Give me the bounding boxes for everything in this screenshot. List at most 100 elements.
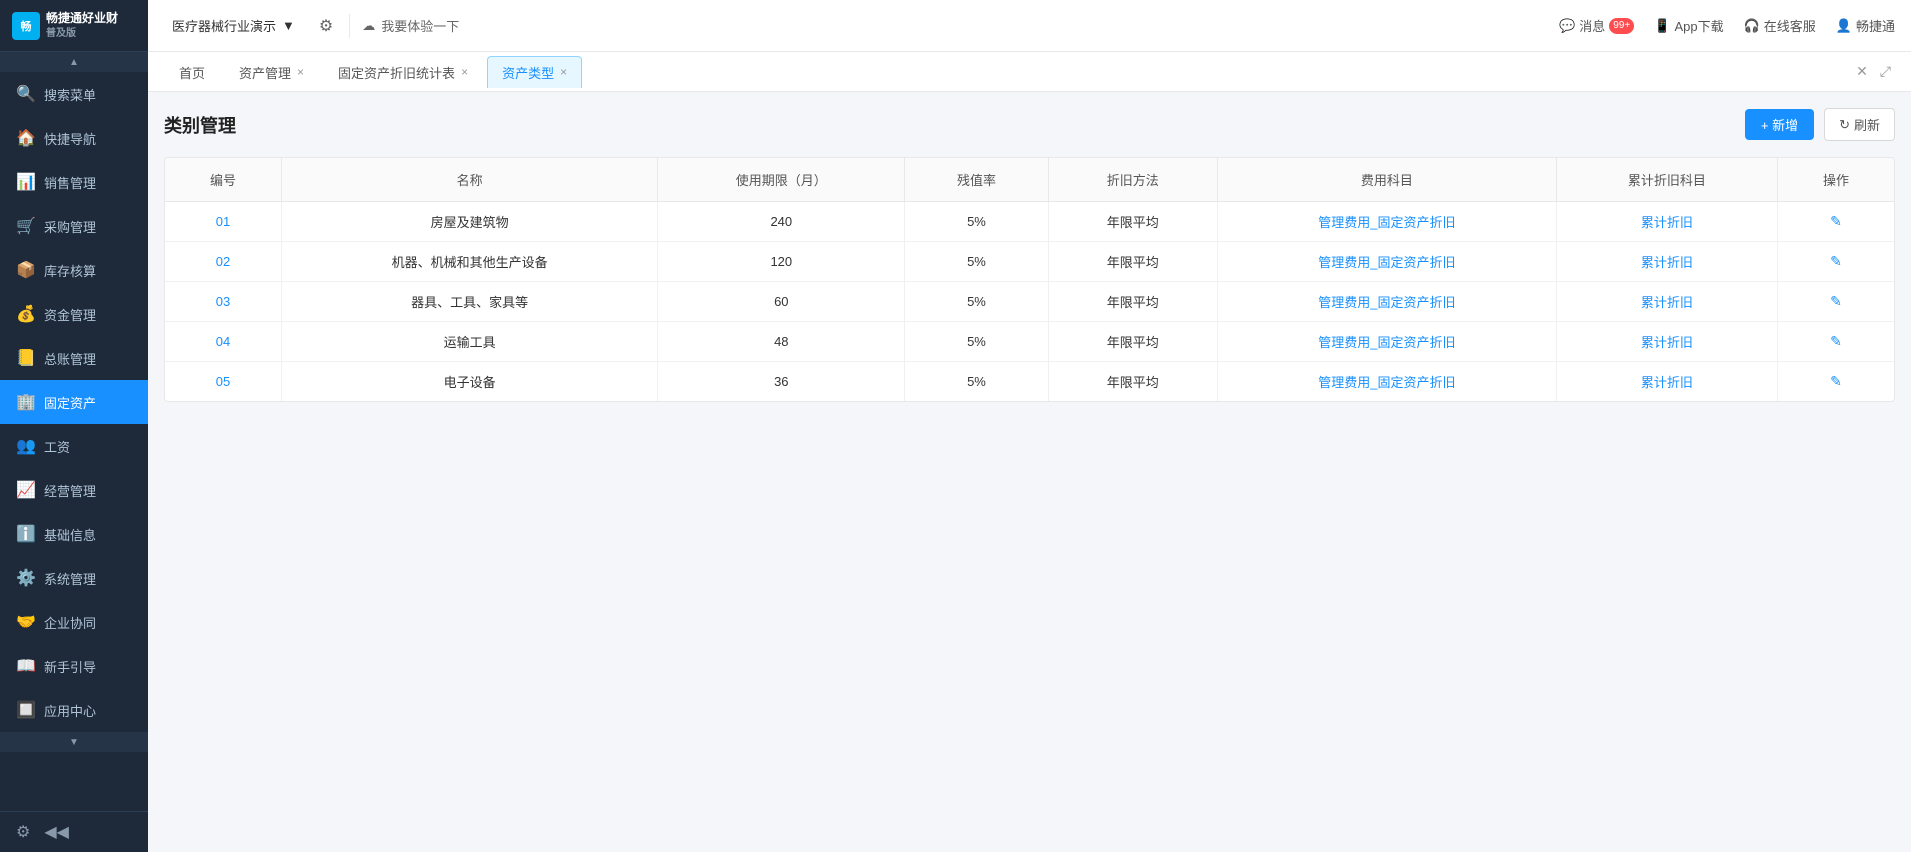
window-expand-icon[interactable]: ⤢ [1876,61,1895,82]
header-actions: + 新增 ↻ 刷新 [1745,108,1895,141]
app-logo: 畅 畅捷通好业财 普及版 [0,0,148,52]
search-icon: 🔍 [16,84,34,104]
sidebar: 畅 畅捷通好业财 普及版 ▲ 🔍 搜索菜单 🏠 快捷导航 📊 销售管理 🛒 采购… [0,0,148,852]
edit-icon[interactable]: ✎ [1830,373,1842,389]
tab-asset-mgmt[interactable]: 资产管理 × [224,56,319,88]
sales-icon: 📊 [16,172,34,192]
window-close-icon[interactable]: ✕ [1852,61,1872,82]
refresh-button[interactable]: ↻ 刷新 [1824,108,1895,141]
home-icon: 🏠 [16,128,34,148]
sidebar-item-search[interactable]: 🔍 搜索菜单 [0,72,148,116]
cell-accumulated: 累计折旧 [1556,202,1777,242]
sidebar-item-apps[interactable]: 🔲 应用中心 [0,688,148,732]
sidebar-item-label: 企业协同 [44,613,96,632]
settings-icon[interactable]: ⚙ [16,822,30,842]
sidebar-item-inventory[interactable]: 📦 库存核算 [0,248,148,292]
tab-asset-type[interactable]: 资产类型 × [487,56,582,88]
tab-close-icon[interactable]: × [297,65,304,79]
edit-icon[interactable]: ✎ [1830,333,1842,349]
cell-id: 05 [165,362,282,402]
cell-name: 电子设备 [282,362,658,402]
cell-expense: 管理费用_固定资产折旧 [1217,362,1556,402]
basic-icon: ℹ️ [16,524,34,544]
sidebar-item-label: 固定资产 [44,393,96,412]
cell-id: 04 [165,322,282,362]
sidebar-item-payroll[interactable]: 👥 工资 [0,424,148,468]
table-row: 03 器具、工具、家具等 60 5% 年限平均 管理费用_固定资产折旧 累计折旧… [165,282,1894,322]
collapse-icon[interactable]: ◀◀ [44,822,69,842]
cell-action[interactable]: ✎ [1777,242,1894,282]
sidebar-item-ledger[interactable]: 📒 总账管理 [0,336,148,380]
company-name: 医疗器械行业演示 [172,16,276,35]
settings-gear-icon[interactable]: ⚙ [315,12,337,40]
scroll-down-arrow[interactable]: ▼ [0,732,148,752]
sidebar-item-enterprise[interactable]: 🤝 企业协同 [0,600,148,644]
cell-expense: 管理费用_固定资产折旧 [1217,322,1556,362]
tab-close-icon[interactable]: × [461,65,468,79]
cell-action[interactable]: ✎ [1777,322,1894,362]
scroll-up-arrow[interactable]: ▲ [0,52,148,72]
tab-label: 资产类型 [502,63,554,82]
message-badge: 99+ [1609,18,1634,34]
edit-icon[interactable]: ✎ [1830,213,1842,229]
sidebar-bottom: ⚙ ◀◀ [0,811,148,852]
cell-method: 年限平均 [1048,322,1217,362]
cell-period: 240 [658,202,905,242]
payroll-icon: 👥 [16,436,34,456]
headset-icon: 🎧 [1744,18,1760,34]
cell-accumulated: 累计折旧 [1556,322,1777,362]
online-service-button[interactable]: 🎧 在线客服 [1744,16,1816,35]
sidebar-item-label: 库存核算 [44,261,96,280]
app-download-button[interactable]: 📱 App下载 [1654,16,1723,35]
online-service-label: 在线客服 [1764,16,1816,35]
sidebar-item-finance[interactable]: 💰 资金管理 [0,292,148,336]
dropdown-icon: ▼ [282,18,295,33]
cell-method: 年限平均 [1048,362,1217,402]
tab-bar: 首页 资产管理 × 固定资产折旧统计表 × 资产类型 × ✕ ⤢ [148,52,1911,92]
tab-home[interactable]: 首页 [164,56,220,88]
logo-edition: 普及版 [46,27,118,40]
table-row: 04 运输工具 48 5% 年限平均 管理费用_固定资产折旧 累计折旧 ✎ [165,322,1894,362]
col-method: 折旧方法 [1048,158,1217,202]
topbar-divider [349,14,350,38]
new-button[interactable]: + 新增 [1745,109,1814,140]
cell-residual: 5% [905,242,1048,282]
sidebar-item-quicknav[interactable]: 🏠 快捷导航 [0,116,148,160]
edit-icon[interactable]: ✎ [1830,293,1842,309]
cell-period: 120 [658,242,905,282]
sidebar-item-label: 应用中心 [44,701,96,720]
sidebar-item-fixed[interactable]: 🏢 固定资产 [0,380,148,424]
cloud-icon: ☁ [362,18,375,34]
sidebar-item-operations[interactable]: 📈 经营管理 [0,468,148,512]
cell-id: 01 [165,202,282,242]
user-icon: 👤 [1836,18,1852,34]
sidebar-item-label: 快捷导航 [44,129,96,148]
cell-action[interactable]: ✎ [1777,202,1894,242]
company-selector[interactable]: 医疗器械行业演示 ▼ [164,12,303,39]
main-area: 医疗器械行业演示 ▼ ⚙ ☁ 我要体验一下 💬 消息 99+ 📱 App下载 🎧… [148,0,1911,852]
tab-label: 首页 [179,63,205,82]
sidebar-item-system[interactable]: ⚙️ 系统管理 [0,556,148,600]
sidebar-item-sales[interactable]: 📊 销售管理 [0,160,148,204]
ledger-icon: 📒 [16,348,34,368]
col-expense: 费用科目 [1217,158,1556,202]
cell-expense: 管理费用_固定资产折旧 [1217,242,1556,282]
messages-button[interactable]: 💬 消息 99+ [1559,16,1634,35]
sidebar-item-guide[interactable]: 📖 新手引导 [0,644,148,688]
tab-fixed-depreciation[interactable]: 固定资产折旧统计表 × [323,56,483,88]
user-menu[interactable]: 👤 畅捷通 [1836,16,1895,35]
tab-close-icon[interactable]: × [560,65,567,79]
edit-icon[interactable]: ✎ [1830,253,1842,269]
sidebar-item-purchase[interactable]: 🛒 采购管理 [0,204,148,248]
topbar-right: 💬 消息 99+ 📱 App下载 🎧 在线客服 👤 畅捷通 [1559,16,1895,35]
message-icon: 💬 [1559,18,1575,34]
sidebar-item-basic[interactable]: ℹ️ 基础信息 [0,512,148,556]
cell-action[interactable]: ✎ [1777,362,1894,402]
cell-id: 02 [165,242,282,282]
cell-action[interactable]: ✎ [1777,282,1894,322]
sidebar-item-label: 采购管理 [44,217,96,236]
cell-expense: 管理费用_固定资产折旧 [1217,282,1556,322]
cell-name: 房屋及建筑物 [282,202,658,242]
cell-method: 年限平均 [1048,282,1217,322]
experience-button[interactable]: ☁ 我要体验一下 [362,16,459,35]
